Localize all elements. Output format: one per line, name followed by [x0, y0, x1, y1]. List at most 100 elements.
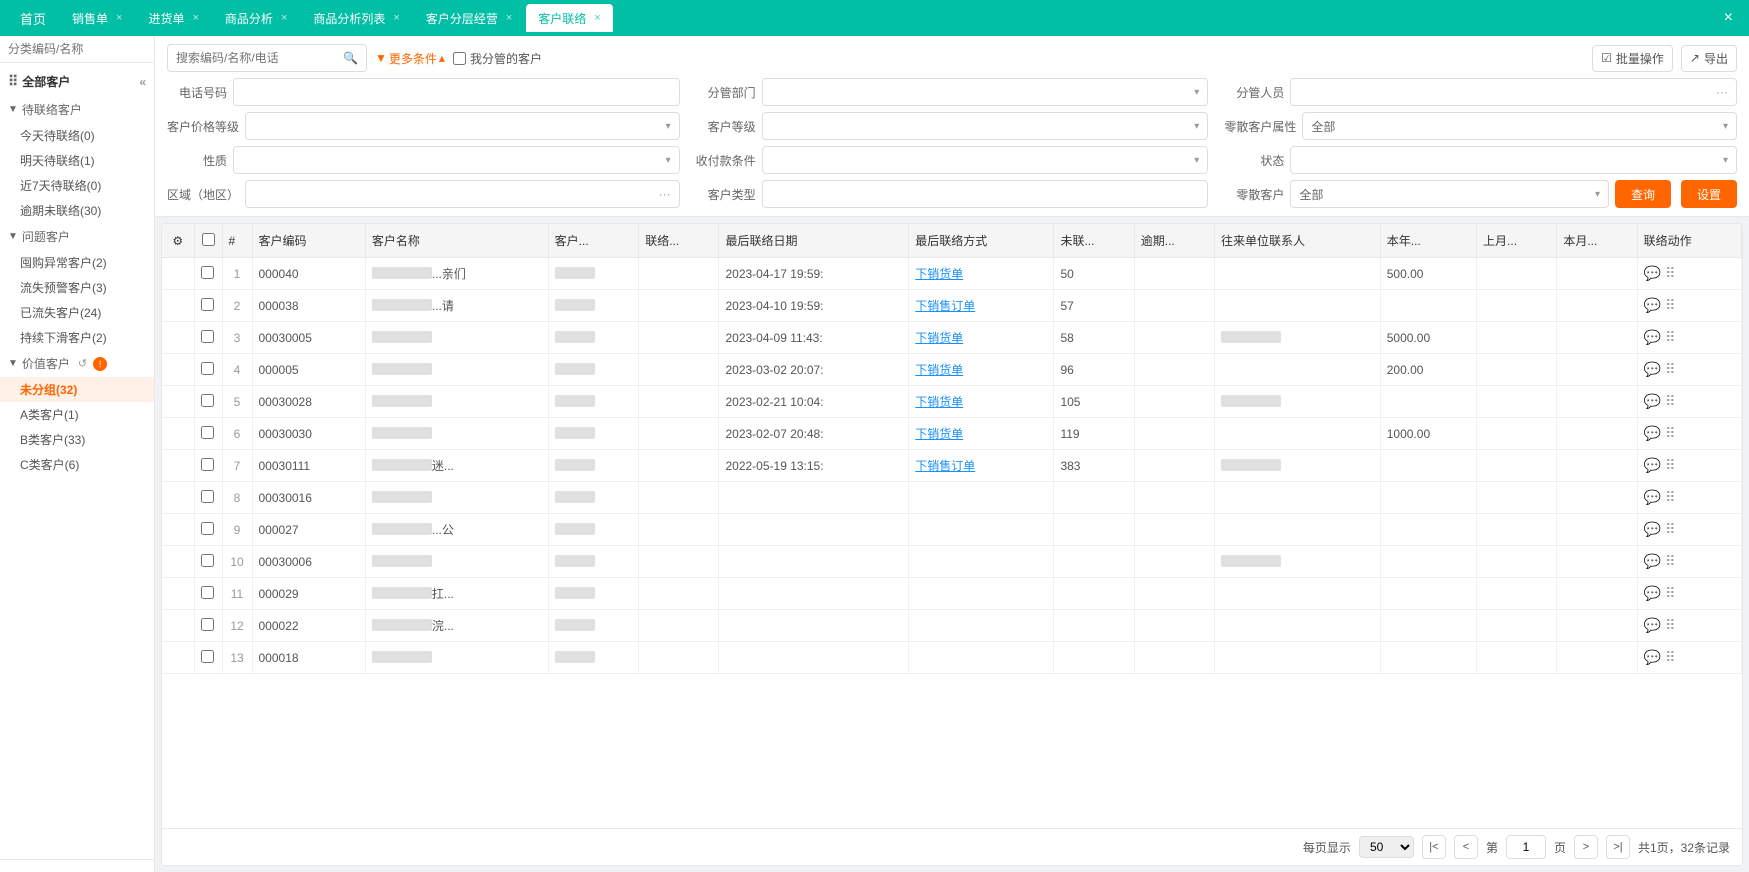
chat-action-icon[interactable]: 💬 — [1644, 489, 1661, 506]
last-method-link[interactable]: 下销售订单 — [915, 459, 975, 473]
row-checkbox[interactable] — [201, 362, 214, 375]
row-checkbox-cell[interactable] — [194, 610, 222, 642]
sidebar-item-churned[interactable]: 已流失客户(24) — [0, 300, 154, 325]
more-conditions-button[interactable]: ▼ 更多条件 ▴ — [375, 50, 445, 67]
nav-tab-product-analysis[interactable]: 商品分析 × — [213, 4, 299, 32]
partner-contact-column-header[interactable]: 往来单位联系人 — [1215, 224, 1381, 258]
grid-action-icon[interactable]: ⠿ — [1665, 393, 1675, 410]
chat-action-icon[interactable]: 💬 — [1644, 649, 1661, 666]
contact-column-header[interactable]: 联络... — [639, 224, 719, 258]
row-checkbox-cell[interactable] — [194, 642, 222, 674]
last-contact-method-column-header[interactable]: 最后联络方式 — [909, 224, 1054, 258]
chat-action-icon[interactable]: 💬 — [1644, 457, 1661, 474]
my-customers-checkbox[interactable]: 我分管的客户 — [453, 50, 542, 67]
grid-action-icon[interactable]: ⠿ — [1665, 297, 1675, 314]
sidebar-item-class-a[interactable]: A类客户(1) — [0, 402, 154, 427]
chat-action-icon[interactable]: 💬 — [1644, 521, 1661, 538]
sidebar-item-overdue-pending[interactable]: 逾期未联络(30) — [0, 198, 154, 223]
row-checkbox[interactable] — [201, 426, 214, 439]
grid-action-icon[interactable]: ⠿ — [1665, 649, 1675, 666]
sidebar-item-tomorrow-pending[interactable]: 明天待联络(1) — [0, 148, 154, 173]
last-method-link[interactable]: 下销货单 — [915, 395, 963, 409]
not-contact-column-header[interactable]: 未联... — [1054, 224, 1134, 258]
sidebar-item-class-c[interactable]: C类客户(6) — [0, 452, 154, 477]
level-select[interactable]: ▾ — [762, 112, 1209, 140]
close-all-tabs-button[interactable]: × — [1716, 9, 1741, 27]
staff-dots[interactable]: ··· — [1716, 85, 1728, 99]
chat-action-icon[interactable]: 💬 — [1644, 361, 1661, 378]
sidebar-search-input[interactable] — [8, 42, 155, 56]
export-button[interactable]: ↗ 导出 — [1681, 45, 1737, 72]
row-checkbox-cell[interactable] — [194, 578, 222, 610]
chat-action-icon[interactable]: 💬 — [1644, 393, 1661, 410]
dept-select[interactable]: ▾ — [762, 78, 1209, 106]
grid-action-icon[interactable]: ⠿ — [1665, 553, 1675, 570]
sidebar-section-value[interactable]: ▼ 价值客户 ↺ ! — [0, 350, 154, 377]
row-checkbox[interactable] — [201, 554, 214, 567]
row-checkbox-cell[interactable] — [194, 450, 222, 482]
settings-column-header[interactable]: ⚙ — [162, 224, 194, 258]
last-page-button[interactable]: >| — [1606, 835, 1630, 859]
close-tab-active-icon[interactable]: × — [594, 12, 600, 24]
row-checkbox[interactable] — [201, 394, 214, 407]
row-checkbox[interactable] — [201, 586, 214, 599]
close-tab-icon[interactable]: × — [281, 12, 287, 24]
sidebar-section-pending[interactable]: ▼ 待联络客户 — [0, 96, 154, 123]
region-dots[interactable]: ··· — [659, 187, 671, 201]
chat-action-icon[interactable]: 💬 — [1644, 585, 1661, 602]
close-tab-icon[interactable]: × — [192, 12, 198, 24]
row-checkbox-cell[interactable] — [194, 290, 222, 322]
retail-customer-select[interactable]: 全部 ▾ — [1290, 180, 1609, 208]
prev-page-button[interactable]: < — [1454, 835, 1478, 859]
grid-action-icon[interactable]: ⠿ — [1665, 457, 1675, 474]
grid-action-icon[interactable]: ⠿ — [1665, 489, 1675, 506]
row-checkbox-cell[interactable] — [194, 482, 222, 514]
overdue-column-header[interactable]: 逾期... — [1134, 224, 1214, 258]
grid-action-icon[interactable]: ⠿ — [1665, 329, 1675, 346]
select-all-checkbox[interactable] — [202, 233, 215, 246]
gender-select[interactable]: ▾ — [233, 146, 680, 174]
this-year-column-header[interactable]: 本年... — [1380, 224, 1476, 258]
page-number-input[interactable] — [1506, 835, 1546, 859]
grid-action-icon[interactable]: ⠿ — [1665, 361, 1675, 378]
row-checkbox[interactable] — [201, 650, 214, 663]
payment-select[interactable]: ▾ — [762, 146, 1209, 174]
this-month-column-header[interactable]: 本月... — [1557, 224, 1637, 258]
row-checkbox-cell[interactable] — [194, 354, 222, 386]
row-checkbox[interactable] — [201, 618, 214, 631]
query-button[interactable]: 查询 — [1615, 180, 1671, 208]
chat-action-icon[interactable]: 💬 — [1644, 553, 1661, 570]
nav-tab-sales-order[interactable]: 销售单 × — [60, 4, 134, 32]
sidebar-item-declining[interactable]: 持续下滑客户(2) — [0, 325, 154, 350]
chat-action-icon[interactable]: 💬 — [1644, 297, 1661, 314]
row-checkbox[interactable] — [201, 266, 214, 279]
row-checkbox[interactable] — [201, 458, 214, 471]
grid-action-icon[interactable]: ⠿ — [1665, 521, 1675, 538]
status-select[interactable]: ▾ — [1290, 146, 1737, 174]
close-tab-icon[interactable]: × — [393, 12, 399, 24]
sidebar-all-customers[interactable]: ⠿ 全部客户 « — [0, 67, 154, 96]
region-select[interactable]: ··· — [245, 180, 680, 208]
grid-action-icon[interactable]: ⠿ — [1665, 425, 1675, 442]
row-checkbox-cell[interactable] — [194, 546, 222, 578]
search-input[interactable] — [176, 51, 339, 65]
last-method-link[interactable]: 下销货单 — [915, 427, 963, 441]
first-page-button[interactable]: |< — [1422, 835, 1446, 859]
nav-home[interactable]: 首页 — [8, 9, 58, 28]
sidebar-item-class-b[interactable]: B类客户(33) — [0, 427, 154, 452]
customer-code-column-header[interactable]: 客户编码 — [252, 224, 365, 258]
reset-button[interactable]: 设置 — [1681, 180, 1737, 208]
row-checkbox-cell[interactable] — [194, 418, 222, 450]
next-page-button[interactable]: > — [1574, 835, 1598, 859]
sidebar-item-hoarding-abnormal[interactable]: 囤购异常客户(2) — [0, 250, 154, 275]
sidebar-section-problem[interactable]: ▼ 问题客户 — [0, 223, 154, 250]
chat-action-icon[interactable]: 💬 — [1644, 329, 1661, 346]
my-customers-check[interactable] — [453, 52, 466, 65]
last-method-link[interactable]: 下销货单 — [915, 331, 963, 345]
sidebar-item-7days-pending[interactable]: 近7天待联络(0) — [0, 173, 154, 198]
sidebar-item-ungrouped[interactable]: 未分组(32) — [0, 377, 154, 402]
search-icon[interactable]: 🔍 — [343, 51, 358, 65]
chat-action-icon[interactable]: 💬 — [1644, 265, 1661, 282]
nav-tab-product-analysis-list[interactable]: 商品分析列表 × — [301, 4, 411, 32]
close-tab-icon[interactable]: × — [116, 12, 122, 24]
